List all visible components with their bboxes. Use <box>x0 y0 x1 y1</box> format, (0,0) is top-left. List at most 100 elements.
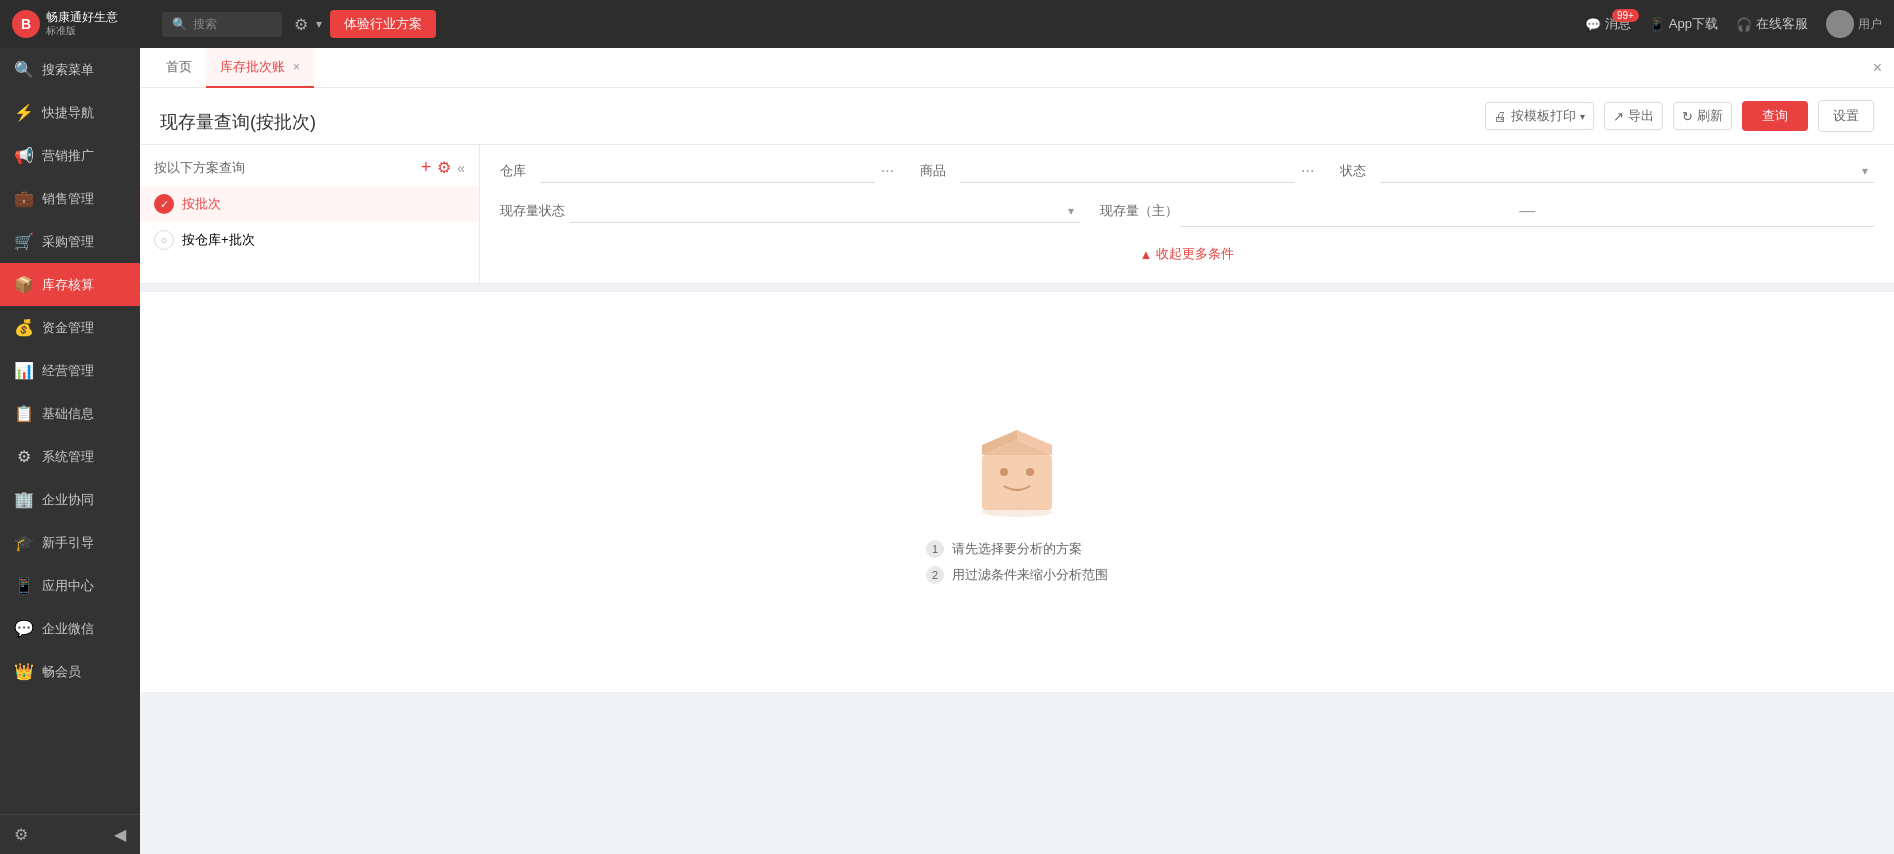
scheme-item-by-batch[interactable]: ✓ 按批次 <box>140 186 479 222</box>
purchase-icon: 🛒 <box>14 232 34 251</box>
tab-bar: 首页 库存批次账 × × <box>140 48 1894 88</box>
inventory-icon: 📦 <box>14 275 34 294</box>
tab-home[interactable]: 首页 <box>152 48 206 88</box>
stock-status-select[interactable]: ▾ <box>570 200 1080 223</box>
sidebar-item-operation[interactable]: 📊 经营管理 <box>0 349 140 392</box>
experience-industry-button[interactable]: 体验行业方案 <box>330 10 436 38</box>
sidebar-item-member[interactable]: 👑 畅会员 <box>0 650 140 693</box>
goods-field: 商品 ··· <box>920 159 1320 183</box>
sidebar-item-label: 新手引导 <box>42 534 94 552</box>
setting-button[interactable]: 设置 <box>1818 100 1874 132</box>
sidebar-item-inventory[interactable]: 📦 库存核算 <box>0 263 140 306</box>
stock-qty-range: — <box>1180 195 1874 227</box>
empty-tip-1: 1 请先选择要分析的方案 <box>926 540 1108 558</box>
collapse-scheme-icon[interactable]: « <box>457 160 465 176</box>
status-select[interactable]: ▾ <box>1380 160 1874 183</box>
sidebar-item-wechat[interactable]: 💬 企业微信 <box>0 607 140 650</box>
add-scheme-icon[interactable]: + <box>421 157 432 178</box>
empty-tip-2: 2 用过滤条件来缩小分析范围 <box>926 566 1108 584</box>
collapse-label: 收起更多条件 <box>1156 245 1234 263</box>
sidebar-item-purchase[interactable]: 🛒 采购管理 <box>0 220 140 263</box>
warehouse-input[interactable] <box>540 159 875 183</box>
scheme-settings-icon[interactable]: ⚙ <box>437 158 451 177</box>
filter-panel-title-text: 按以下方案查询 <box>154 159 245 177</box>
collapse-sidebar-icon[interactable]: ◀ <box>114 825 126 844</box>
dropdown-icon[interactable]: ▾ <box>316 17 322 31</box>
sidebar-item-system[interactable]: ⚙ 系统管理 <box>0 435 140 478</box>
tab-close-icon[interactable]: × <box>293 60 300 74</box>
system-icon: ⚙ <box>14 447 34 466</box>
settings-bottom-icon[interactable]: ⚙ <box>14 825 28 844</box>
sidebar-item-quick-nav[interactable]: ⚡ 快捷导航 <box>0 91 140 134</box>
tab-bar-right: × <box>1873 59 1882 77</box>
page-title: 现存量查询(按批次) <box>160 110 316 134</box>
scheme-active-icon: ✓ <box>154 194 174 214</box>
sidebar-item-base-info[interactable]: 📋 基础信息 <box>0 392 140 435</box>
main-layout: 🔍 搜索菜单 ⚡ 快捷导航 📢 营销推广 💼 销售管理 🛒 采购管理 📦 <box>0 48 1894 854</box>
headset-icon: 🎧 <box>1736 17 1752 32</box>
sidebar-item-guide[interactable]: 🎓 新手引导 <box>0 521 140 564</box>
stock-status-label: 现存量状态 <box>500 202 570 220</box>
sidebar-item-label: 快捷导航 <box>42 104 94 122</box>
username-label: 用户 <box>1858 16 1882 33</box>
search-icon: 🔍 <box>172 17 187 31</box>
filter-panel-title: 按以下方案查询 + ⚙ « <box>140 157 479 186</box>
goods-more-icon[interactable]: ··· <box>1295 162 1320 180</box>
sidebar-item-enterprise[interactable]: 🏢 企业协同 <box>0 478 140 521</box>
stock-qty-min[interactable] <box>1186 199 1511 222</box>
stock-qty-max[interactable] <box>1543 199 1868 222</box>
goods-input[interactable] <box>960 159 1295 183</box>
refresh-label: 刷新 <box>1697 107 1723 125</box>
tip-text-1: 请先选择要分析的方案 <box>952 540 1082 558</box>
scheme-inactive-icon: ○ <box>154 230 174 250</box>
message-button[interactable]: 💬 消息 99+ <box>1585 15 1631 33</box>
settings-icon[interactable]: ⚙ <box>294 15 308 34</box>
online-service-button[interactable]: 🎧 在线客服 <box>1736 15 1808 33</box>
status-dropdown-icon: ▾ <box>1862 164 1868 178</box>
search-box[interactable]: 🔍 搜索 <box>162 12 282 37</box>
marketing-icon: 📢 <box>14 146 34 165</box>
filter-scheme-panel: 按以下方案查询 + ⚙ « ✓ 按批次 ○ 按仓库+批次 <box>140 145 480 283</box>
refresh-button[interactable]: ↻ 刷新 <box>1673 102 1732 130</box>
member-icon: 👑 <box>14 662 34 681</box>
empty-illustration <box>957 400 1077 520</box>
filter-area: 按以下方案查询 + ⚙ « ✓ 按批次 ○ 按仓库+批次 <box>140 145 1894 284</box>
logo-icon: B <box>12 10 40 38</box>
logo-text-block: 畅康通好生意 标准版 <box>46 10 118 38</box>
status-field: 状态 ▾ <box>1340 160 1874 183</box>
print-dropdown-icon[interactable]: ▾ <box>1580 111 1585 122</box>
sidebar-item-label: 企业协同 <box>42 491 94 509</box>
sidebar-item-label: 应用中心 <box>42 577 94 595</box>
scheme-item-by-warehouse-batch[interactable]: ○ 按仓库+批次 <box>140 222 479 258</box>
goods-label: 商品 <box>920 162 960 180</box>
message-icon: 💬 <box>1585 17 1601 32</box>
sidebar-item-finance[interactable]: 💰 资金管理 <box>0 306 140 349</box>
sidebar-bottom: ⚙ ◀ <box>0 814 140 854</box>
collapse-up-icon: ▲ <box>1140 247 1153 262</box>
sidebar-item-label: 企业微信 <box>42 620 94 638</box>
sidebar-item-label: 销售管理 <box>42 190 94 208</box>
sidebar-item-app-center[interactable]: 📱 应用中心 <box>0 564 140 607</box>
close-panel-icon[interactable]: × <box>1873 59 1882 77</box>
svg-rect-0 <box>982 455 1052 510</box>
sidebar-item-sales[interactable]: 💼 销售管理 <box>0 177 140 220</box>
app-download-label: App下载 <box>1669 15 1718 33</box>
filter-right-panel: 仓库 ··· 商品 ··· 状态 <box>480 145 1874 283</box>
sidebar-item-label: 采购管理 <box>42 233 94 251</box>
tip-num-2: 2 <box>926 566 944 584</box>
guide-icon: 🎓 <box>14 533 34 552</box>
user-avatar-button[interactable]: 用户 <box>1826 10 1882 38</box>
query-button[interactable]: 查询 <box>1742 101 1808 131</box>
sidebar: 🔍 搜索菜单 ⚡ 快捷导航 📢 营销推广 💼 销售管理 🛒 采购管理 📦 <box>0 48 140 854</box>
collapse-filter-button[interactable]: ▲ 收起更多条件 <box>500 239 1874 269</box>
print-button[interactable]: 🖨 按模板打印 ▾ <box>1485 102 1594 130</box>
svg-point-5 <box>1026 468 1034 476</box>
export-button[interactable]: ↗ 导出 <box>1604 102 1663 130</box>
sidebar-item-marketing[interactable]: 📢 营销推广 <box>0 134 140 177</box>
sidebar-item-search-menu[interactable]: 🔍 搜索菜单 <box>0 48 140 91</box>
tab-inventory-batch[interactable]: 库存批次账 × <box>206 48 314 88</box>
warehouse-more-icon[interactable]: ··· <box>875 162 900 180</box>
stock-qty-field: 现存量（主） — <box>1100 195 1874 227</box>
app-download-button[interactable]: 📱 App下载 <box>1649 15 1718 33</box>
app-center-icon: 📱 <box>14 576 34 595</box>
